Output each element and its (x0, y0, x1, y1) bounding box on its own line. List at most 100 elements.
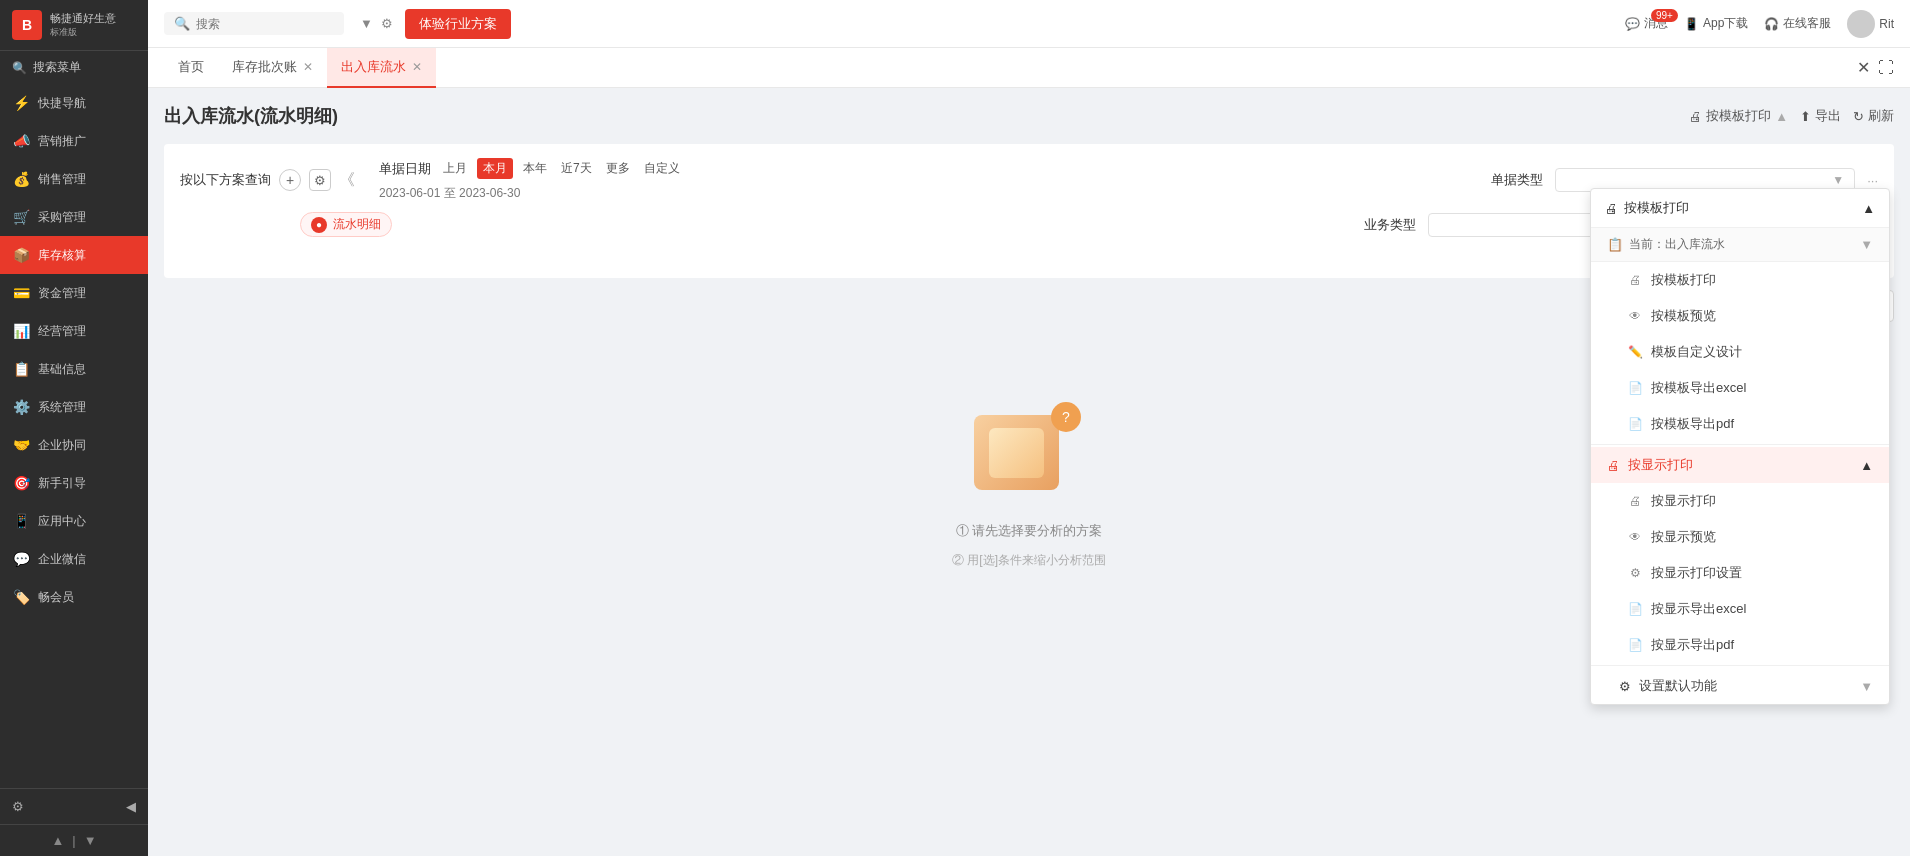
di-icon-template-print: 🖨 (1627, 272, 1643, 288)
date-option-this-month[interactable]: 本月 (477, 158, 513, 179)
tab-flow[interactable]: 出入库流水 ✕ (327, 48, 436, 88)
date-field-label: 单据日期 (379, 160, 431, 178)
sidebar-item-wechat[interactable]: 💬企业微信 (0, 540, 148, 578)
export-icon: ⬆ (1800, 109, 1811, 124)
sidebar-label-basic-info: 基础信息 (38, 361, 86, 378)
dropdown-item-template-print[interactable]: 🖨按模板打印 (1591, 262, 1889, 298)
dropdown-item-template-export-excel[interactable]: 📄按模板导出excel (1591, 370, 1889, 406)
industry-solution-button[interactable]: 体验行业方案 (405, 9, 511, 39)
display-print-icon: 🖨 (1607, 458, 1620, 473)
dropdown-display-item-display-print[interactable]: 🖨按显示打印 (1591, 483, 1889, 519)
date-option-last-month[interactable]: 上月 (439, 158, 471, 179)
sidebar-icon-guide: 🎯 (12, 474, 30, 492)
dropdown-panel-header[interactable]: 🖨 按模板打印 ▲ (1591, 189, 1889, 228)
display-section-title: 按显示打印 (1628, 456, 1693, 474)
di-icon-template-custom: ✏️ (1627, 344, 1643, 360)
tab-close-flow[interactable]: ✕ (412, 60, 422, 74)
customer-service-btn[interactable]: 🎧 在线客服 (1764, 15, 1831, 32)
tab-close-batch-ledger[interactable]: ✕ (303, 60, 313, 74)
sidebar-icon-inventory: 📦 (12, 246, 30, 264)
filter-settings-button[interactable]: ⚙ (309, 169, 331, 191)
tab-home[interactable]: 首页 (164, 48, 218, 88)
print-header-icon: 🖨 (1605, 201, 1618, 216)
sidebar-item-quick-nav[interactable]: ⚡ 快捷导航 (0, 84, 148, 122)
app-download-btn[interactable]: 📱 App下载 (1684, 15, 1748, 32)
sidebar-item-basic-info[interactable]: 📋基础信息 (0, 350, 148, 388)
chip-icon: ● (311, 217, 327, 233)
scroll-up-btn[interactable]: ▼ (84, 833, 97, 848)
collapse-filter-button[interactable]: 《 (339, 170, 355, 191)
tab-batch-ledger[interactable]: 库存批次账✕ (218, 48, 327, 88)
sidebar-icon-finance: 💳 (12, 284, 30, 302)
sidebar-item-operation[interactable]: 📊经营管理 (0, 312, 148, 350)
sidebar-item-marketing[interactable]: 📣营销推广 (0, 122, 148, 160)
sidebar-item-sales[interactable]: 💰销售管理 (0, 160, 148, 198)
dropdown-display-item-display-print-settings[interactable]: ⚙按显示打印设置 (1591, 555, 1889, 591)
sidebar-label-purchase: 采购管理 (38, 209, 86, 226)
empty-hint-2: ② 用[选]条件来缩小分析范围 (952, 552, 1106, 569)
dropdown-arrow-icon[interactable]: ▼ (360, 16, 373, 31)
sidebar-icon-sales: 💰 (12, 170, 30, 188)
set-default-function-item[interactable]: ⚙ 设置默认功能 ▼ (1591, 668, 1889, 704)
di-icon-display-preview: 👁 (1627, 529, 1643, 545)
topbar-search-box[interactable]: 🔍 (164, 12, 344, 35)
print-template-button[interactable]: 🖨 按模板打印 ▲ (1689, 107, 1788, 125)
dropdown-item-template-custom[interactable]: ✏️模板自定义设计 (1591, 334, 1889, 370)
sidebar-item-inventory[interactable]: 📦库存核算 (0, 236, 148, 274)
sidebar-icon-quick-nav: ⚡ (12, 94, 30, 112)
sidebar-item-member[interactable]: 🏷️畅会员 (0, 578, 148, 616)
default-func-icon: ⚙ (1619, 679, 1631, 694)
print-template-label: 按模板打印 (1706, 107, 1771, 125)
sidebar-item-system[interactable]: ⚙️系统管理 (0, 388, 148, 426)
date-option-more[interactable]: 更多 (602, 158, 634, 179)
dropdown-display-item-display-export-excel[interactable]: 📄按显示导出excel (1591, 591, 1889, 627)
user-avatar-btn[interactable]: Rit (1847, 10, 1894, 38)
filter-query-label: 按以下方案查询 (180, 171, 271, 189)
sidebar-label-quick-nav: 快捷导航 (38, 95, 86, 112)
sidebar-label-member: 畅会员 (38, 589, 74, 606)
dropdown-display-item-display-preview[interactable]: 👁按显示预览 (1591, 519, 1889, 555)
export-button[interactable]: ⬆ 导出 (1800, 107, 1841, 125)
doc-type-select-arrow: ▼ (1832, 173, 1844, 187)
sidebar-label-finance: 资金管理 (38, 285, 86, 302)
dropdown-item-template-export-pdf[interactable]: 📄按模板导出pdf (1591, 406, 1889, 442)
sidebar-item-cooperation[interactable]: 🤝企业协同 (0, 426, 148, 464)
dropdown-item-template-preview[interactable]: 👁按模板预览 (1591, 298, 1889, 334)
more-options-icon[interactable]: ··· (1867, 173, 1878, 188)
sidebar-item-purchase[interactable]: 🛒采购管理 (0, 198, 148, 236)
close-tab-button[interactable]: ✕ (1857, 58, 1870, 77)
scroll-down-btn[interactable]: ▲ (51, 833, 64, 848)
filter-chip-flow[interactable]: ● 流水明细 (300, 212, 392, 237)
dropdown-display-item-display-export-pdf[interactable]: 📄按显示导出pdf (1591, 627, 1889, 663)
refresh-label: 刷新 (1868, 107, 1894, 125)
sidebar-icon-system: ⚙️ (12, 398, 30, 416)
message-icon: 💬 (1625, 17, 1640, 31)
sidebar-bottom: ⚙ ◀ (0, 788, 148, 824)
message-btn[interactable]: 💬 消息 99+ (1625, 15, 1668, 32)
topbar-settings-icon[interactable]: ⚙ (381, 16, 393, 31)
add-filter-button[interactable]: + (279, 169, 301, 191)
expand-tab-button[interactable]: ⛶ (1878, 58, 1894, 77)
sidebar-item-finance[interactable]: 💳 资金管理 (0, 274, 148, 312)
topbar-search-input[interactable] (196, 17, 316, 31)
display-section-header[interactable]: 🖨 按显示打印 ▲ (1591, 447, 1889, 483)
date-option-this-year[interactable]: 本年 (519, 158, 551, 179)
collapse-sidebar-btn[interactable]: ◀ (126, 799, 136, 814)
di-icon-template-export-excel: 📄 (1627, 380, 1643, 396)
sidebar-label-marketing: 营销推广 (38, 133, 86, 150)
di-icon-template-export-pdf: 📄 (1627, 416, 1643, 432)
refresh-button[interactable]: ↻ 刷新 (1853, 107, 1894, 125)
biz-type-label: 业务类型 (1364, 216, 1416, 234)
di-icon-display-print-settings: ⚙ (1627, 565, 1643, 581)
main-area: 🔍 ▼ ⚙ 体验行业方案 💬 消息 99+ 📱 App下载 🎧 在线客服 (148, 0, 1910, 856)
sidebar-search[interactable]: 🔍 搜索菜单 (0, 51, 148, 84)
app-name: 畅捷通好生意 (50, 11, 116, 25)
app-version: 标准版 (50, 26, 116, 39)
sidebar-item-app-center[interactable]: 📱应用中心 (0, 502, 148, 540)
tab-label-flow: 出入库流水 (341, 58, 406, 76)
sidebar-item-guide[interactable]: 🎯新手引导 (0, 464, 148, 502)
settings-icon[interactable]: ⚙ (12, 799, 24, 814)
date-option-7days[interactable]: 近7天 (557, 158, 596, 179)
default-func-arrow: ▼ (1860, 679, 1873, 694)
date-option-custom[interactable]: 自定义 (640, 158, 684, 179)
